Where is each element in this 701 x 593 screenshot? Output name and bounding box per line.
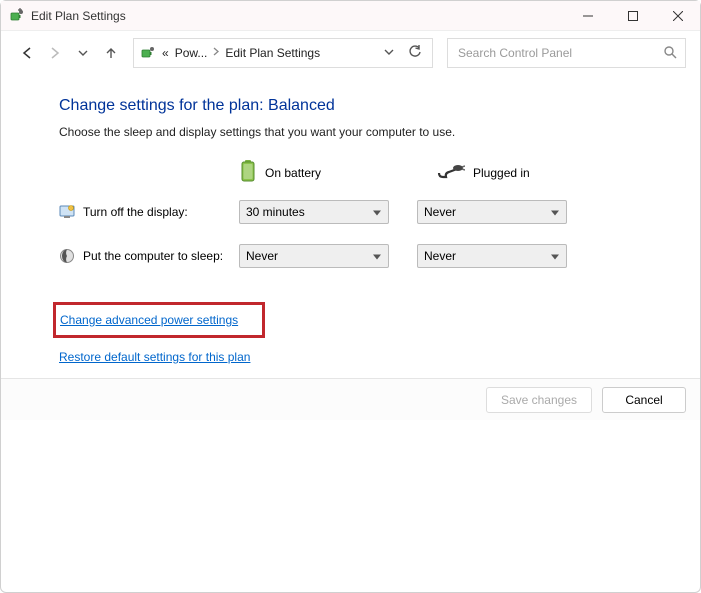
navigation-bar: « Pow... Edit Plan Settings: [1, 31, 700, 75]
battery-plug-icon: [140, 45, 156, 61]
minimize-button[interactable]: [565, 1, 610, 30]
display-off-battery-select[interactable]: 30 minutes: [239, 200, 389, 224]
title-bar: Edit Plan Settings: [1, 1, 700, 31]
sleep-battery-select[interactable]: Never: [239, 244, 389, 268]
sleep-plugged-select[interactable]: Never: [417, 244, 567, 268]
chevron-right-icon: [213, 47, 219, 59]
window-controls: [565, 1, 700, 30]
advanced-settings-link[interactable]: Change advanced power settings: [60, 313, 238, 327]
close-button[interactable]: [655, 1, 700, 30]
sleep-row: Put the computer to sleep: Never Never: [59, 244, 650, 268]
sleep-label: Put the computer to sleep:: [83, 249, 223, 263]
breadcrumb-current[interactable]: Edit Plan Settings: [225, 46, 320, 60]
breadcrumb-prefix: «: [162, 46, 169, 60]
display-off-row: Turn off the display: 30 minutes Never: [59, 200, 650, 224]
restore-defaults-link[interactable]: Restore default settings for this plan: [59, 350, 250, 364]
forward-button[interactable]: [43, 41, 67, 65]
plugged-in-header: Plugged in: [437, 163, 607, 182]
back-button[interactable]: [15, 41, 39, 65]
search-icon[interactable]: [663, 45, 677, 62]
search-box[interactable]: [447, 38, 686, 68]
content-area: Change settings for the plan: Balanced C…: [1, 75, 700, 364]
plugged-in-label: Plugged in: [473, 166, 530, 180]
breadcrumb-parent[interactable]: Pow...: [175, 46, 208, 60]
refresh-button[interactable]: [404, 45, 426, 62]
window-title: Edit Plan Settings: [31, 9, 126, 23]
search-input[interactable]: [456, 45, 657, 61]
battery-plug-icon: [9, 8, 25, 24]
save-button[interactable]: Save changes: [486, 387, 592, 413]
column-headers: On battery Plugged in: [59, 159, 650, 186]
address-bar[interactable]: « Pow... Edit Plan Settings: [133, 38, 433, 68]
display-off-label: Turn off the display:: [83, 205, 188, 219]
cancel-button[interactable]: Cancel: [602, 387, 686, 413]
history-dropdown-button[interactable]: [71, 41, 95, 65]
highlight-box: Change advanced power settings: [53, 302, 265, 338]
on-battery-label: On battery: [265, 166, 321, 180]
page-subtext: Choose the sleep and display settings th…: [59, 125, 650, 139]
plug-icon: [437, 163, 465, 182]
up-button[interactable]: [99, 41, 123, 65]
maximize-button[interactable]: [610, 1, 655, 30]
address-dropdown-button[interactable]: [380, 46, 398, 60]
battery-icon: [239, 159, 257, 186]
footer-bar: Save changes Cancel: [1, 378, 700, 420]
on-battery-header: On battery: [239, 159, 409, 186]
sleep-icon: [59, 248, 75, 264]
page-heading: Change settings for the plan: Balanced: [59, 97, 650, 115]
display-off-plugged-select[interactable]: Never: [417, 200, 567, 224]
display-icon: [59, 204, 75, 220]
links-section: Change advanced power settings Restore d…: [59, 302, 650, 364]
